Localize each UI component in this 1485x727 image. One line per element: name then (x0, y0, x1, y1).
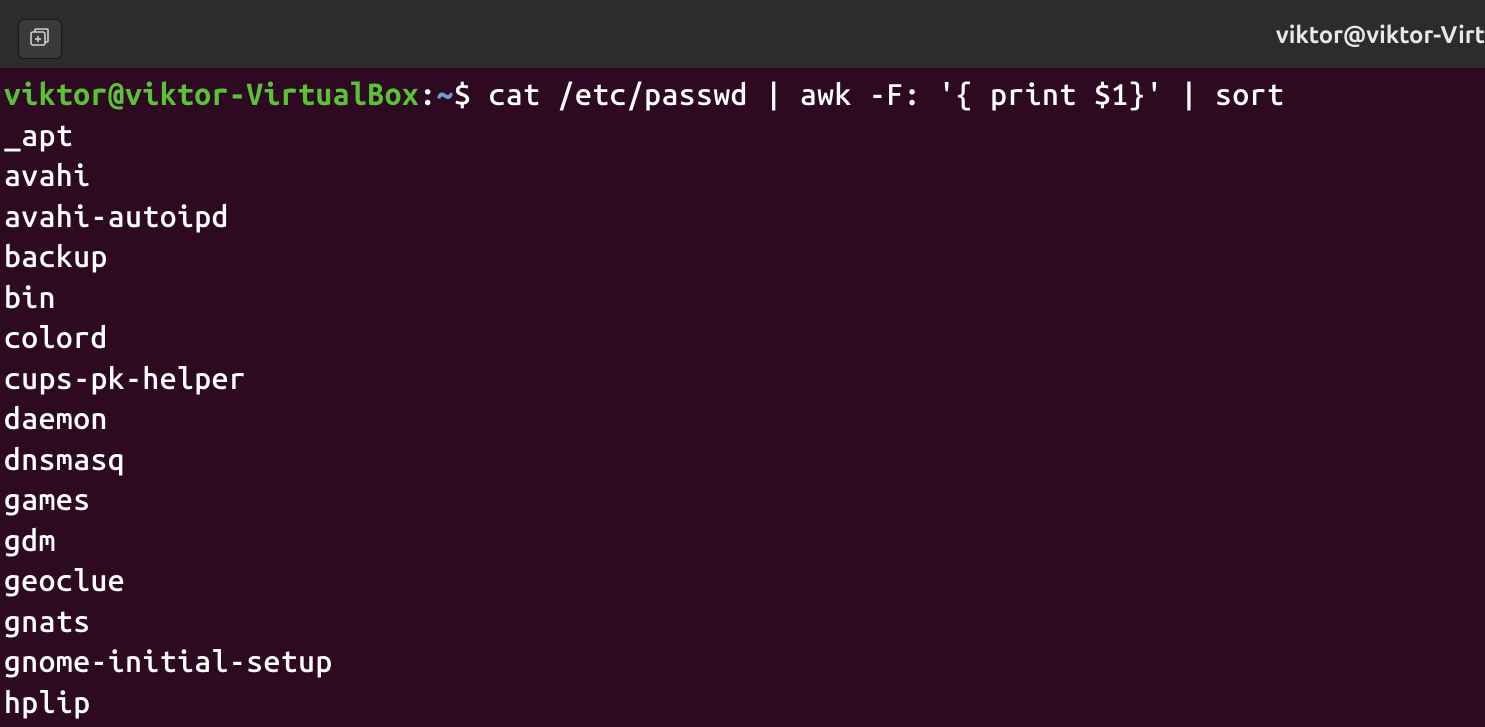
terminal-area[interactable]: viktor@viktor-VirtualBox:~$ cat /etc/pas… (0, 68, 1485, 727)
output-line: bin (4, 277, 1481, 318)
output-line: gnats (4, 601, 1481, 642)
command-text (471, 77, 488, 111)
output-line: dnsmasq (4, 439, 1481, 480)
output-line: geoclue (4, 560, 1481, 601)
command-text: cat /etc/passwd | awk -F: '{ print $1}' … (488, 77, 1284, 111)
output-line: cups-pk-helper (4, 358, 1481, 399)
output-line: hplip (4, 682, 1481, 723)
prompt-symbol: $ (454, 77, 471, 111)
output-line: _apt (4, 115, 1481, 156)
window-title: viktor@viktor-Virt (1276, 21, 1485, 48)
new-tab-button[interactable] (18, 19, 62, 59)
output-line: colord (4, 317, 1481, 358)
output-line: avahi-autoipd (4, 196, 1481, 237)
output-line: gdm (4, 520, 1481, 561)
output-line: games (4, 479, 1481, 520)
titlebar: viktor@viktor-Virt (0, 0, 1485, 68)
output-container: _aptavahiavahi-autoipdbackupbincolordcup… (4, 115, 1481, 723)
prompt-cwd: ~ (437, 77, 454, 111)
output-line: backup (4, 236, 1481, 277)
output-line: avahi (4, 155, 1481, 196)
prompt-line: viktor@viktor-VirtualBox:~$ cat /etc/pas… (4, 74, 1481, 115)
prompt-separator: : (419, 77, 436, 111)
new-tab-icon (30, 28, 50, 50)
output-line: gnome-initial-setup (4, 641, 1481, 682)
output-line: daemon (4, 398, 1481, 439)
prompt-user-host: viktor@viktor-VirtualBox (4, 77, 419, 111)
